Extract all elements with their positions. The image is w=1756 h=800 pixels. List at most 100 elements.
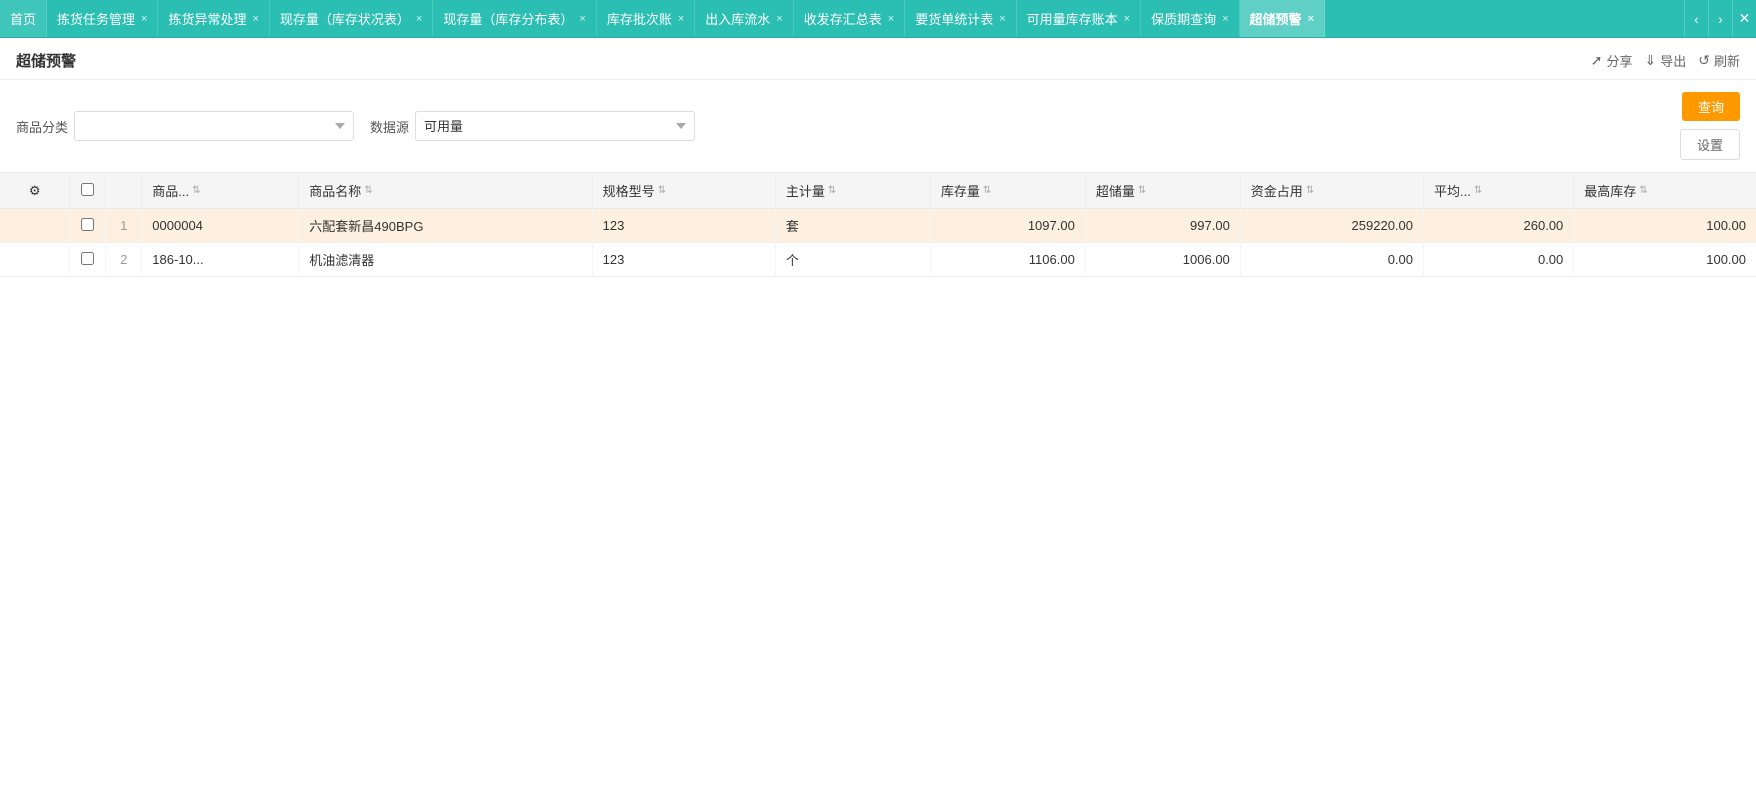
sort-product-code[interactable]: 商品... ⇅ <box>152 181 200 200</box>
nav-tab-collect-label: 收发存汇总表 <box>804 9 882 28</box>
nav-tab-quality[interactable]: 保质期查询 × <box>1141 0 1239 38</box>
nav-tab-abnormal-label: 拣货异常处理 <box>168 9 246 28</box>
col-overstock-label: 超储量 <box>1096 181 1135 200</box>
table-body: 1 0000004 六配套新昌490BPG 123 套 1097.00 997.… <box>0 209 1756 277</box>
share-icon: ➚ <box>1591 52 1603 69</box>
sort-spec[interactable]: 规格型号 ⇅ <box>603 181 666 200</box>
table-row: 1 0000004 六配套新昌490BPG 123 套 1097.00 997.… <box>0 209 1756 243</box>
query-button[interactable]: 查询 <box>1682 92 1740 121</box>
sort-overstock-icon: ⇅ <box>1138 186 1146 196</box>
sort-max-inventory-icon: ⇅ <box>1639 186 1647 196</box>
col-inventory: 库存量 ⇅ <box>930 173 1085 209</box>
nav-tab-abnormal[interactable]: 拣货异常处理 × <box>158 0 269 38</box>
row-checkbox[interactable] <box>81 252 94 265</box>
datasource-select[interactable]: 可用量 库存量 <box>415 111 695 141</box>
col-product-name-label: 商品名称 <box>309 181 361 200</box>
col-product-name: 商品名称 ⇅ <box>299 173 592 209</box>
row-gear-cell <box>0 209 70 243</box>
nav-tab-task-mgmt-label: 拣货任务管理 <box>57 9 135 28</box>
nav-tab-overstock[interactable]: 超储预警 × <box>1240 0 1325 38</box>
row-product-code: 0000004 <box>142 209 299 243</box>
nav-tab-inventory-dist-close[interactable]: × <box>579 13 585 25</box>
row-checkbox-cell <box>70 243 106 277</box>
nav-tab-collect[interactable]: 收发存汇总表 × <box>794 0 905 38</box>
sort-avg-icon: ⇅ <box>1474 186 1482 196</box>
sort-max-inventory[interactable]: 最高库存 ⇅ <box>1584 181 1647 200</box>
export-icon: ⇓ <box>1645 52 1657 69</box>
col-spec: 规格型号 ⇅ <box>592 173 775 209</box>
row-num: 1 <box>106 209 142 243</box>
table-header: ⚙ 商品... ⇅ 商品名称 <box>0 173 1756 209</box>
nav-tab-overstock-close[interactable]: × <box>1308 13 1314 25</box>
sort-capital-icon: ⇅ <box>1306 186 1314 196</box>
nav-tab-avail-ledger[interactable]: 可用量库存账本 × <box>1017 0 1141 38</box>
sort-unit[interactable]: 主计量 ⇅ <box>786 181 836 200</box>
nav-tab-inout-flow-label: 出入库流水 <box>705 9 770 28</box>
sort-inventory[interactable]: 库存量 ⇅ <box>941 181 991 200</box>
col-product-code-label: 商品... <box>152 181 189 200</box>
nav-tab-abnormal-close[interactable]: × <box>252 13 258 25</box>
col-overstock: 超储量 ⇅ <box>1085 173 1240 209</box>
row-product-name: 机油滤清器 <box>299 243 592 277</box>
refresh-button[interactable]: ↺ 刷新 <box>1698 51 1740 70</box>
row-unit: 个 <box>775 243 930 277</box>
nav-tab-inventory-status-close[interactable]: × <box>416 13 422 25</box>
nav-tab-inventory-status[interactable]: 现存量（库存状况表） × <box>270 0 433 38</box>
col-avg-label: 平均... <box>1434 181 1471 200</box>
select-all-checkbox[interactable] <box>81 183 94 196</box>
settings-button[interactable]: 设置 <box>1680 129 1740 160</box>
nav-tab-quality-close[interactable]: × <box>1222 13 1228 25</box>
row-inventory: 1106.00 <box>930 243 1085 277</box>
nav-tab-inventory-dist[interactable]: 现存量（库存分布表） × <box>433 0 596 38</box>
nav-arrow-more[interactable]: ✕ <box>1732 0 1756 38</box>
sort-overstock[interactable]: 超储量 ⇅ <box>1096 181 1146 200</box>
row-capital: 259220.00 <box>1240 209 1423 243</box>
nav-tab-inout-flow-close[interactable]: × <box>776 13 782 25</box>
refresh-icon: ↺ <box>1698 52 1710 69</box>
row-gear-cell <box>0 243 70 277</box>
category-label: 商品分类 <box>16 117 68 136</box>
nav-tab-quality-label: 保质期查询 <box>1151 9 1216 28</box>
nav-tab-batch[interactable]: 库存批次账 × <box>597 0 695 38</box>
row-spec: 123 <box>592 243 775 277</box>
row-spec: 123 <box>592 209 775 243</box>
nav-tab-avail-ledger-close[interactable]: × <box>1124 13 1130 25</box>
nav-tab-inout-flow[interactable]: 出入库流水 × <box>695 0 793 38</box>
nav-tab-avail-ledger-label: 可用量库存账本 <box>1027 9 1118 28</box>
row-checkbox[interactable] <box>81 218 94 231</box>
col-capital: 资金占用 ⇅ <box>1240 173 1423 209</box>
nav-tab-task-mgmt-close[interactable]: × <box>141 13 147 25</box>
nav-arrow-left[interactable]: ‹ <box>1684 0 1708 38</box>
nav-tab-order-stat-close[interactable]: × <box>999 13 1005 25</box>
export-button[interactable]: ⇓ 导出 <box>1645 51 1687 70</box>
nav-arrows: ‹ › ✕ <box>1684 0 1756 38</box>
row-max-inventory: 100.00 <box>1574 243 1756 277</box>
sort-unit-icon: ⇅ <box>828 186 836 196</box>
top-nav: 首页 拣货任务管理 × 拣货异常处理 × 现存量（库存状况表） × 现存量（库存… <box>0 0 1756 38</box>
sort-spec-icon: ⇅ <box>658 186 666 196</box>
category-select[interactable] <box>74 111 354 141</box>
nav-tab-collect-close[interactable]: × <box>888 13 894 25</box>
sort-avg[interactable]: 平均... ⇅ <box>1434 181 1482 200</box>
nav-tab-task-mgmt[interactable]: 拣货任务管理 × <box>47 0 158 38</box>
col-avg: 平均... ⇅ <box>1424 173 1574 209</box>
sort-product-name[interactable]: 商品名称 ⇅ <box>309 181 372 200</box>
nav-tab-home[interactable]: 首页 <box>0 0 47 38</box>
gear-icon[interactable]: ⚙ <box>29 183 41 198</box>
row-inventory: 1097.00 <box>930 209 1085 243</box>
col-num <box>106 173 142 209</box>
share-label: 分享 <box>1606 51 1632 70</box>
page-title: 超储预警 <box>16 50 76 71</box>
nav-tab-batch-close[interactable]: × <box>678 13 684 25</box>
nav-tab-order-stat[interactable]: 要货单统计表 × <box>905 0 1016 38</box>
sort-capital[interactable]: 资金占用 ⇅ <box>1251 181 1314 200</box>
share-button[interactable]: ➚ 分享 <box>1591 51 1633 70</box>
col-select-all <box>70 173 106 209</box>
nav-arrow-right[interactable]: › <box>1708 0 1732 38</box>
sort-product-name-icon: ⇅ <box>364 186 372 196</box>
row-max-inventory: 100.00 <box>1574 209 1756 243</box>
col-product-code: 商品... ⇅ <box>142 173 299 209</box>
refresh-label: 刷新 <box>1714 51 1740 70</box>
col-capital-label: 资金占用 <box>1251 181 1303 200</box>
row-overstock: 1006.00 <box>1085 243 1240 277</box>
